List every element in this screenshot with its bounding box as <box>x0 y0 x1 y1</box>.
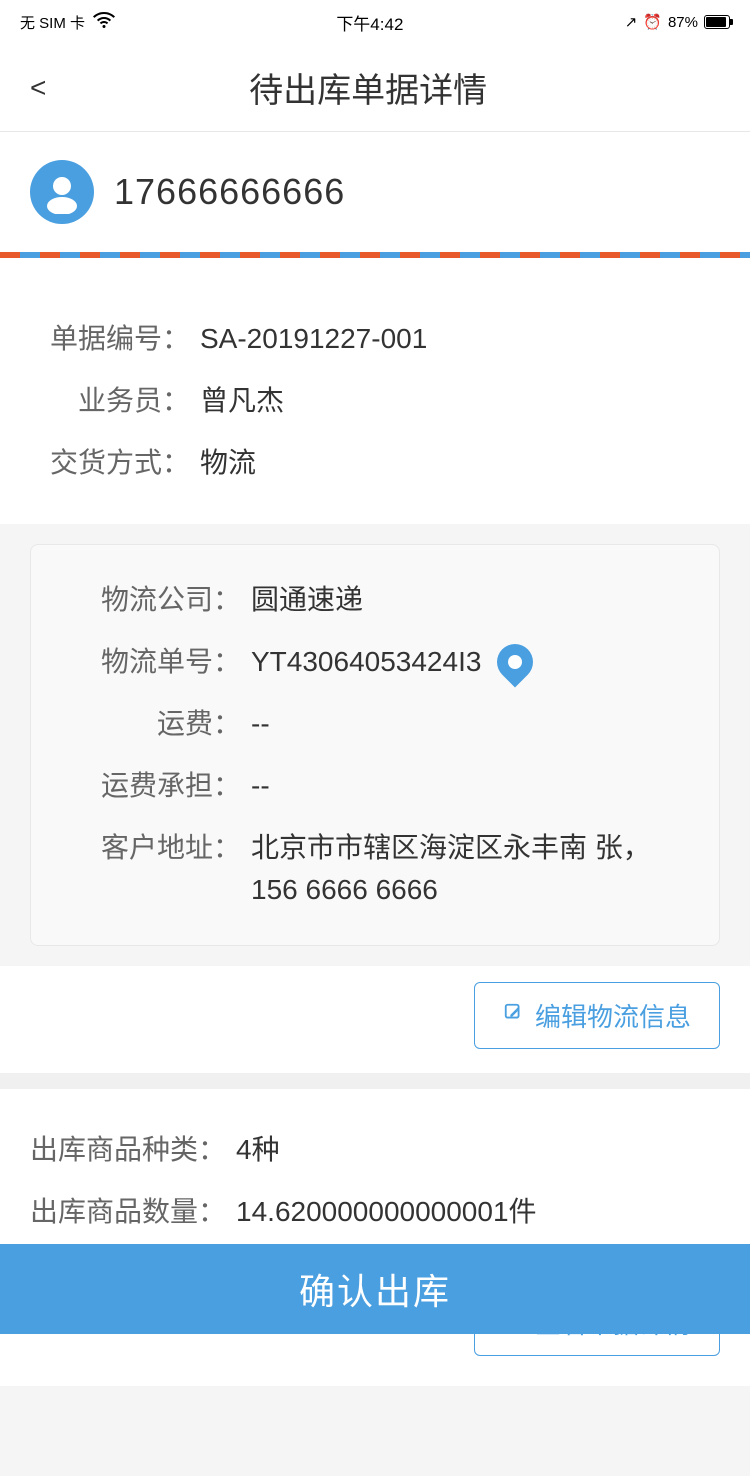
status-time: 下午4:42 <box>336 10 403 35</box>
logistics-freight-value: -- <box>241 703 689 745</box>
battery-icon <box>704 15 730 29</box>
status-bar: 无 SIM 卡 下午4:42 ↗ ⏰ 87% <box>0 0 750 44</box>
order-no-label: 单据编号： <box>30 318 190 360</box>
user-row: 17666666666 <box>0 132 750 252</box>
product-quantity-row: 出库商品数量： 14.620000000000001件 <box>30 1181 720 1243</box>
logistics-freight-bear-value: -- <box>241 765 689 807</box>
logistics-freight-label: 运费： <box>61 703 241 745</box>
basic-info-section: 单据编号： SA-20191227-001 业务员： 曾凡杰 交货方式： 物流 <box>0 278 750 524</box>
page-title: 待出库单据详情 <box>56 63 680 112</box>
salesman-value: 曾凡杰 <box>190 380 720 422</box>
delivery-method-label: 交货方式： <box>30 442 190 484</box>
order-no-value: SA-20191227-001 <box>190 318 720 360</box>
status-right: ↗ ⏰ 87% <box>625 13 730 31</box>
product-types-value: 4种 <box>226 1129 720 1171</box>
status-left: 无 SIM 卡 <box>20 12 115 33</box>
edit-icon <box>503 1000 525 1031</box>
location-icon: ↗ <box>625 13 638 31</box>
confirm-btn-container[interactable]: 确认出库 <box>0 1244 750 1334</box>
order-no-row: 单据编号： SA-20191227-001 <box>30 308 720 370</box>
logistics-tracking-row: 物流单号： YT43064053424I3 <box>61 631 689 693</box>
logistics-company-row: 物流公司： 圆通速递 <box>61 569 689 631</box>
salesman-label: 业务员： <box>30 380 190 422</box>
logistics-address-label: 客户地址： <box>61 827 241 869</box>
top-section: 17666666666 单据编号： SA-20191227-001 业务员： 曾… <box>0 132 750 524</box>
logistics-address-row: 客户地址： 北京市市辖区海淀区永丰南 张，156 6666 6666 <box>61 817 689 921</box>
alarm-icon: ⏰ <box>643 13 662 31</box>
confirm-btn-label: 确认出库 <box>299 1263 451 1315</box>
logistics-freight-bear-row: 运费承担： -- <box>61 755 689 817</box>
carrier-text: 无 SIM 卡 <box>20 12 85 33</box>
user-phone: 17666666666 <box>114 171 345 213</box>
location-pin-icon[interactable] <box>490 637 541 688</box>
edit-logistics-button[interactable]: 编辑物流信息 <box>474 982 720 1049</box>
logistics-company-label: 物流公司： <box>61 579 241 621</box>
salesman-row: 业务员： 曾凡杰 <box>30 370 720 432</box>
dashed-separator <box>0 252 750 258</box>
edit-btn-label: 编辑物流信息 <box>535 997 691 1034</box>
nav-bar: < 待出库单据详情 <box>0 44 750 132</box>
delivery-method-value: 物流 <box>190 442 720 484</box>
logistics-tracking-label: 物流单号： <box>61 641 241 683</box>
product-types-label: 出库商品种类： <box>30 1129 226 1171</box>
logistics-freight-bear-label: 运费承担： <box>61 765 241 807</box>
avatar <box>30 160 94 224</box>
edit-btn-row: 编辑物流信息 <box>0 966 750 1073</box>
logistics-card: 物流公司： 圆通速递 物流单号： YT43064053424I3 运费： -- … <box>30 544 720 946</box>
back-button[interactable]: < <box>30 62 56 114</box>
logistics-tracking-value: YT43064053424I3 <box>241 641 689 683</box>
wifi-icon <box>93 12 115 32</box>
battery-percent: 87% <box>668 14 698 31</box>
section-divider <box>0 1073 750 1089</box>
delivery-method-row: 交货方式： 物流 <box>30 432 720 494</box>
product-quantity-label: 出库商品数量： <box>30 1191 226 1233</box>
logistics-company-value: 圆通速递 <box>241 579 689 621</box>
logistics-freight-row: 运费： -- <box>61 693 689 755</box>
product-types-row: 出库商品种类： 4种 <box>30 1119 720 1181</box>
logistics-address-value: 北京市市辖区海淀区永丰南 张，156 6666 6666 <box>241 827 689 911</box>
product-quantity-value: 14.620000000000001件 <box>226 1191 720 1233</box>
